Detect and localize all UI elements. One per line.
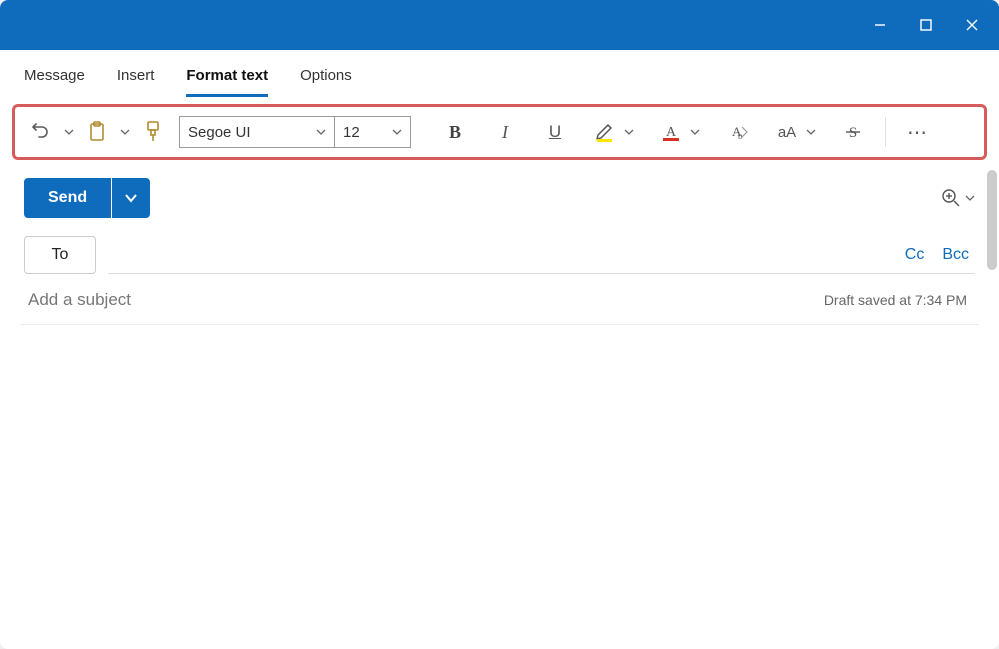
highlight-button[interactable]: [589, 116, 621, 148]
underline-button[interactable]: U: [539, 116, 571, 148]
svg-text:S: S: [849, 125, 857, 141]
undo-dropdown[interactable]: [61, 116, 77, 148]
clear-formatting-icon: Ab: [725, 122, 749, 142]
ribbon-divider: [885, 117, 886, 147]
send-dropdown[interactable]: [112, 178, 150, 218]
chevron-down-icon: [392, 124, 402, 141]
chevron-down-icon: [806, 127, 816, 137]
subject-row: Draft saved at 7:34 PM: [20, 274, 979, 325]
minimize-icon: [873, 18, 887, 32]
more-icon: ⋯: [907, 120, 929, 145]
undo-button[interactable]: [25, 116, 57, 148]
font-color-dropdown[interactable]: [687, 116, 703, 148]
text-style-group: B I U A Ab: [439, 116, 869, 148]
compose-window: Message Insert Format text Options: [0, 0, 999, 649]
highlight-icon: [594, 121, 616, 143]
font-color-icon: A: [660, 121, 682, 143]
format-text-ribbon: Segoe UI 12 B I U: [12, 104, 987, 160]
strikethrough-icon: S: [843, 122, 863, 142]
tab-message[interactable]: Message: [24, 67, 85, 97]
draft-status: Draft saved at 7:34 PM: [824, 292, 967, 308]
clipboard-icon: [87, 121, 107, 143]
change-case-button[interactable]: aA: [771, 116, 803, 148]
to-input-line[interactable]: Cc Bcc: [108, 236, 975, 274]
ribbon-overflow-button[interactable]: ⋯: [902, 116, 934, 148]
scrollbar[interactable]: [987, 170, 997, 270]
chevron-down-icon: [624, 127, 634, 137]
minimize-button[interactable]: [857, 7, 903, 43]
change-case-dropdown[interactable]: [803, 116, 819, 148]
tab-insert[interactable]: Insert: [117, 67, 155, 97]
cc-link[interactable]: Cc: [905, 246, 925, 264]
tab-options[interactable]: Options: [300, 67, 352, 97]
highlight-dropdown[interactable]: [621, 116, 637, 148]
recipients-row: To Cc Bcc: [16, 230, 983, 274]
zoom-icon: [941, 188, 961, 208]
close-icon: [965, 18, 979, 32]
strikethrough-button[interactable]: S: [837, 116, 869, 148]
undo-icon: [31, 122, 51, 142]
close-button[interactable]: [949, 7, 995, 43]
chevron-down-icon: [64, 127, 74, 137]
svg-text:A: A: [666, 125, 677, 140]
chevron-down-icon: [690, 127, 700, 137]
subject-input[interactable]: [28, 290, 428, 310]
italic-button[interactable]: I: [489, 116, 521, 148]
message-body[interactable]: [16, 325, 983, 649]
format-painter-icon: [144, 121, 162, 143]
bold-button[interactable]: B: [439, 116, 471, 148]
send-button[interactable]: Send: [24, 178, 111, 218]
tab-format-text[interactable]: Format text: [186, 67, 268, 97]
paste-dropdown[interactable]: [117, 116, 133, 148]
chevron-down-icon: [120, 127, 130, 137]
maximize-icon: [919, 18, 933, 32]
font-name-value: Segoe UI: [188, 124, 251, 141]
chevron-down-icon: [124, 191, 138, 205]
zoom-control[interactable]: [941, 188, 975, 208]
font-group: Segoe UI 12: [179, 116, 411, 148]
font-size-value: 12: [343, 124, 360, 141]
font-name-select[interactable]: Segoe UI: [179, 116, 335, 148]
clipboard-group: [25, 116, 169, 148]
compose-area: Send To Cc Bcc Draft saved at 7:34 PM: [0, 162, 999, 649]
ribbon-tabs: Message Insert Format text Options: [0, 50, 999, 98]
clear-formatting-button[interactable]: Ab: [721, 116, 753, 148]
send-split-button: Send: [24, 178, 150, 218]
bcc-link[interactable]: Bcc: [942, 246, 969, 264]
titlebar: [0, 0, 999, 50]
font-size-select[interactable]: 12: [335, 116, 411, 148]
maximize-button[interactable]: [903, 7, 949, 43]
paste-button[interactable]: [81, 116, 113, 148]
format-painter-button[interactable]: [137, 116, 169, 148]
chevron-down-icon: [316, 124, 326, 141]
font-color-button[interactable]: A: [655, 116, 687, 148]
to-button[interactable]: To: [24, 236, 96, 274]
chevron-down-icon: [965, 193, 975, 203]
